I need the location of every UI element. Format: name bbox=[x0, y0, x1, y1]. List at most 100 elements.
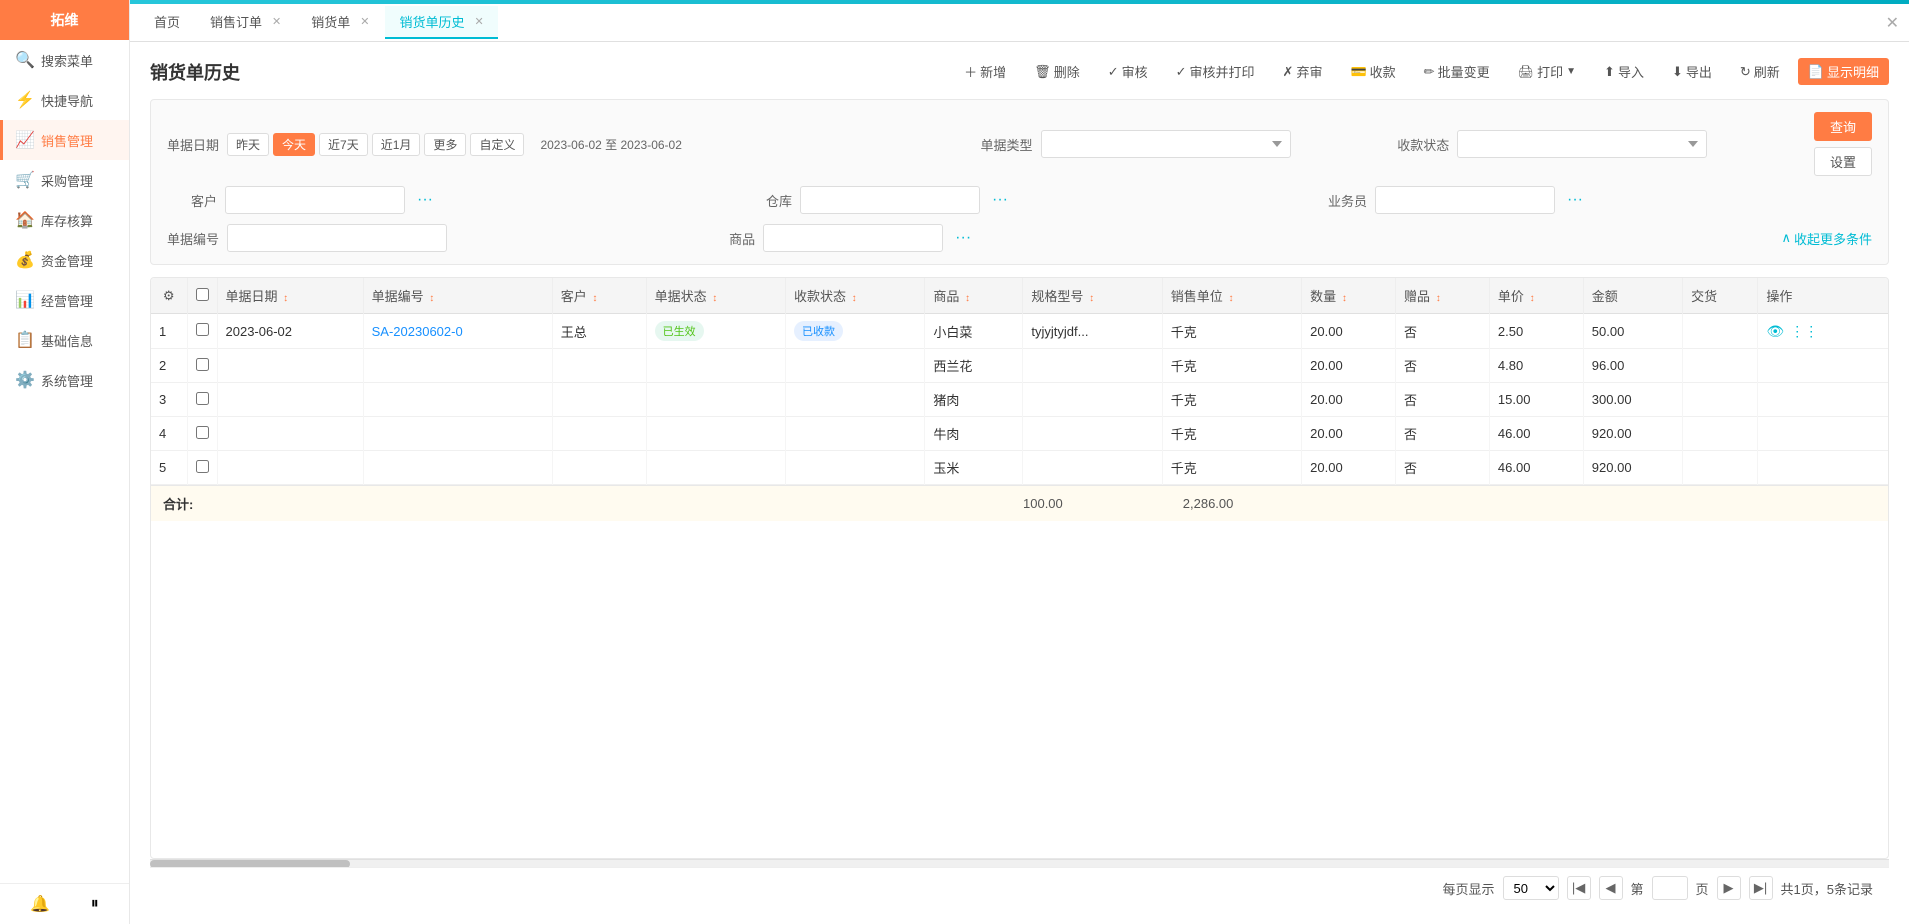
sidebar-item-label: 采购管理 bbox=[41, 171, 93, 190]
goods-input[interactable] bbox=[763, 224, 943, 252]
date-btn-custom[interactable]: 自定义 bbox=[470, 133, 524, 156]
discard-button[interactable]: ✗ 弃审 bbox=[1273, 58, 1333, 85]
col-customer[interactable]: 客户 ↕ bbox=[552, 278, 646, 314]
query-button[interactable]: 查询 bbox=[1814, 112, 1872, 141]
audit-print-button[interactable]: ✓ 审核并打印 bbox=[1166, 58, 1265, 85]
sidebar-item-quick-nav[interactable]: ⚡ 快捷导航 bbox=[0, 80, 129, 120]
batch-change-button[interactable]: ✏ 批量变更 bbox=[1414, 58, 1500, 85]
sidebar-item-fund-mgmt[interactable]: 💰 资金管理 bbox=[0, 240, 129, 280]
page-input[interactable]: 1 bbox=[1652, 876, 1688, 900]
date-btn-7days[interactable]: 近7天 bbox=[319, 133, 368, 156]
sidebar-item-inventory-calc[interactable]: 🏠 库存核算 bbox=[0, 200, 129, 240]
per-page-select[interactable]: 50 100 bbox=[1503, 876, 1559, 900]
page-next-button[interactable]: ▶ bbox=[1717, 876, 1741, 900]
date-btn-1month[interactable]: 近1月 bbox=[372, 133, 421, 156]
cell-row-num: 4 bbox=[151, 417, 187, 451]
cell-pay-status bbox=[786, 349, 925, 383]
sidebar-item-sys-mgmt[interactable]: ⚙️ 系统管理 bbox=[0, 360, 129, 400]
tab-sales-order-close[interactable]: ✕ bbox=[272, 15, 281, 28]
customer-input[interactable] bbox=[225, 186, 405, 214]
filter-group-doc-no: 单据编号 bbox=[167, 224, 685, 252]
per-page-label: 每页显示 bbox=[1442, 879, 1494, 898]
warehouse-dots-button[interactable]: ··· bbox=[988, 191, 1012, 209]
tab-sales-goods-close[interactable]: ✕ bbox=[360, 15, 369, 28]
scrollbar-thumb[interactable] bbox=[150, 860, 350, 867]
page-first-button[interactable]: |◀ bbox=[1567, 876, 1591, 900]
select-all-checkbox[interactable] bbox=[196, 288, 209, 301]
cell-action bbox=[1758, 383, 1888, 417]
col-spec[interactable]: 规格型号 ↕ bbox=[1023, 278, 1162, 314]
row-checkbox[interactable] bbox=[196, 323, 209, 336]
sidebar-item-sales-mgmt[interactable]: 📈 销售管理 bbox=[0, 120, 129, 160]
cell-checkbox[interactable] bbox=[187, 314, 217, 349]
doc-no-link[interactable]: SA-20230602-0 bbox=[372, 324, 463, 339]
pause-icon[interactable]: ⏸ bbox=[91, 895, 99, 913]
page-prev-button[interactable]: ◀ bbox=[1599, 876, 1623, 900]
collapse-btn[interactable]: ∧ 收起更多条件 bbox=[1781, 229, 1872, 248]
audit-button[interactable]: ✓ 审核 bbox=[1098, 58, 1158, 85]
salesperson-dots-button[interactable]: ··· bbox=[1563, 191, 1587, 209]
add-button[interactable]: ＋ 新增 bbox=[954, 58, 1016, 85]
cell-doc-date bbox=[217, 417, 363, 451]
col-settings[interactable]: ⚙ bbox=[151, 278, 187, 314]
col-doc-status[interactable]: 单据状态 ↕ bbox=[646, 278, 785, 314]
cell-action bbox=[1758, 417, 1888, 451]
row-checkbox[interactable] bbox=[196, 426, 209, 439]
refresh-button[interactable]: ↻ 刷新 bbox=[1730, 58, 1790, 85]
sidebar-item-basic-info[interactable]: 📋 基础信息 bbox=[0, 320, 129, 360]
warehouse-input[interactable] bbox=[800, 186, 980, 214]
toolbar: ＋ 新增 🗑 删除 ✓ 审核 ✓ 审核并打印 bbox=[954, 58, 1889, 85]
cell-checkbox[interactable] bbox=[187, 349, 217, 383]
goods-dots-button[interactable]: ··· bbox=[951, 229, 975, 247]
col-pay-status[interactable]: 收款状态 ↕ bbox=[786, 278, 925, 314]
audit-icon: ✓ bbox=[1108, 64, 1119, 80]
doc-no-input[interactable] bbox=[227, 224, 447, 252]
settings-button[interactable]: 设置 bbox=[1814, 147, 1872, 176]
col-qty[interactable]: 数量 ↕ bbox=[1302, 278, 1396, 314]
show-detail-button[interactable]: 📄 显示明细 bbox=[1798, 58, 1889, 85]
import-button[interactable]: ⬆ 导入 bbox=[1594, 58, 1654, 85]
salesperson-input[interactable] bbox=[1375, 186, 1555, 214]
more-action-icon[interactable]: ⋮⋮ bbox=[1790, 323, 1818, 339]
col-unit-price[interactable]: 单价 ↕ bbox=[1489, 278, 1583, 314]
col-sale-unit[interactable]: 销售单位 ↕ bbox=[1162, 278, 1301, 314]
cell-checkbox[interactable] bbox=[187, 417, 217, 451]
doc-type-select[interactable] bbox=[1041, 130, 1291, 158]
print-button[interactable]: 🖨 打印 ▼ bbox=[1508, 58, 1586, 85]
customer-dots-button[interactable]: ··· bbox=[413, 191, 437, 209]
page-last-button[interactable]: ▶| bbox=[1749, 876, 1773, 900]
col-gift[interactable]: 赠品 ↕ bbox=[1396, 278, 1490, 314]
row-checkbox[interactable] bbox=[196, 358, 209, 371]
cell-checkbox[interactable] bbox=[187, 383, 217, 417]
date-btn-yesterday[interactable]: 昨天 bbox=[227, 133, 269, 156]
tab-sales-goods-label: 销货单 bbox=[311, 12, 350, 31]
date-btn-today[interactable]: 今天 bbox=[273, 133, 315, 156]
sidebar-item-ops-mgmt[interactable]: 📊 经营管理 bbox=[0, 280, 129, 320]
collect-button[interactable]: 💳 收款 bbox=[1340, 58, 1405, 85]
export-button[interactable]: ⬇ 导出 bbox=[1662, 58, 1722, 85]
tab-sales-goods-history-close[interactable]: ✕ bbox=[475, 15, 484, 28]
date-btn-more[interactable]: 更多 bbox=[424, 133, 466, 156]
col-goods[interactable]: 商品 ↕ bbox=[925, 278, 1023, 314]
table-row: 3猪肉千克20.00否15.00300.00 bbox=[151, 383, 1888, 417]
row-checkbox[interactable] bbox=[196, 460, 209, 473]
tab-sales-goods-history[interactable]: 销货单历史 ✕ bbox=[385, 6, 497, 39]
col-doc-no[interactable]: 单据编号 ↕ bbox=[363, 278, 552, 314]
sidebar-item-search-menu[interactable]: 🔍 搜索菜单 bbox=[0, 40, 129, 80]
pay-status-select[interactable] bbox=[1457, 130, 1707, 158]
tab-home[interactable]: 首页 bbox=[140, 6, 194, 39]
sidebar-item-purchase-mgmt[interactable]: 🛒 采购管理 bbox=[0, 160, 129, 200]
view-action-icon[interactable]: 👁 bbox=[1766, 323, 1784, 339]
cell-doc-no: SA-20230602-0 bbox=[363, 314, 552, 349]
cell-checkbox[interactable] bbox=[187, 451, 217, 485]
delete-button[interactable]: 🗑 删除 bbox=[1024, 58, 1090, 85]
row-checkbox[interactable] bbox=[196, 392, 209, 405]
col-unit-price-sort-icon: ↕ bbox=[1530, 293, 1535, 304]
tab-sales-goods[interactable]: 销货单 ✕ bbox=[297, 6, 383, 39]
window-close-button[interactable]: ✕ bbox=[1886, 13, 1899, 33]
tab-sales-order[interactable]: 销售订单 ✕ bbox=[196, 6, 295, 39]
col-doc-date[interactable]: 单据日期 ↕ bbox=[217, 278, 363, 314]
horizontal-scrollbar[interactable] bbox=[150, 859, 1889, 867]
notification-icon[interactable]: 🔔 bbox=[30, 894, 50, 914]
col-checkbox[interactable] bbox=[187, 278, 217, 314]
